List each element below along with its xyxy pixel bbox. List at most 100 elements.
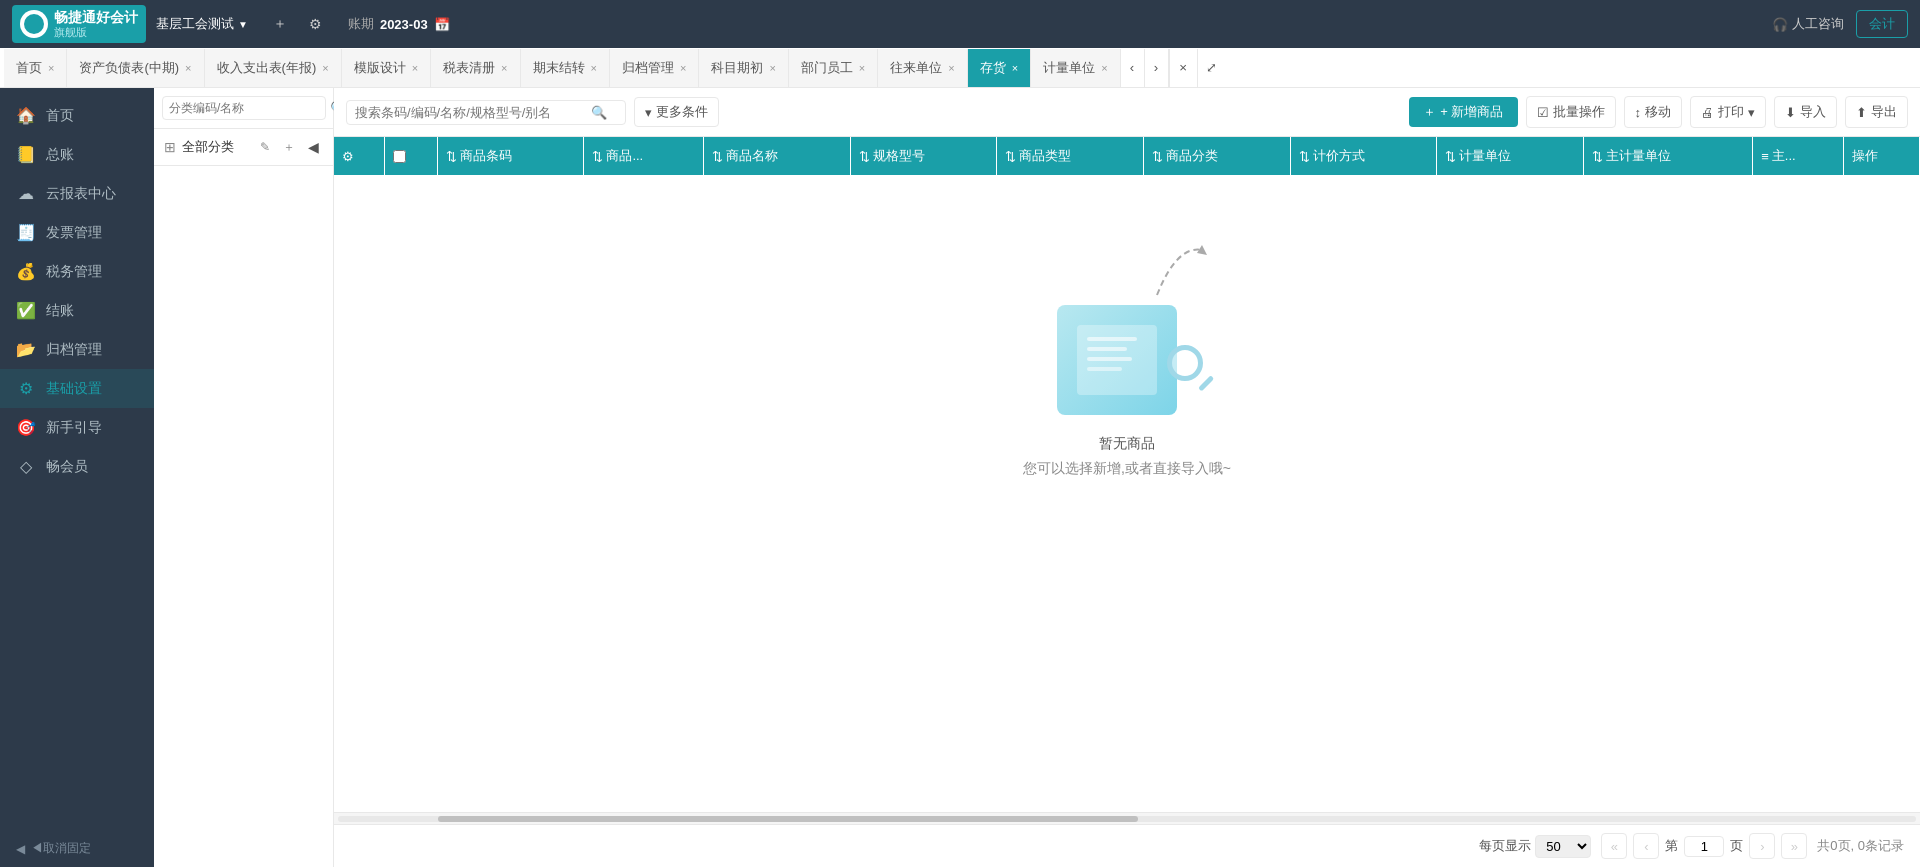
tab-close-icon[interactable]: × (680, 62, 686, 74)
tab-template[interactable]: 模版设计 × (342, 49, 431, 87)
tab-closing[interactable]: 期末结转 × (521, 49, 610, 87)
calendar-icon[interactable]: 📅 (434, 17, 450, 32)
th-category[interactable]: ⇅商品分类 (1143, 137, 1290, 175)
move-icon: ↕ (1635, 105, 1642, 120)
svg-rect-4 (1087, 367, 1122, 371)
th-type[interactable]: ⇅商品类型 (997, 137, 1144, 175)
tab-tax[interactable]: 税表清册 × (431, 49, 520, 87)
sidebar-item-ledger[interactable]: 📒 总账 (0, 135, 154, 174)
tab-next-button[interactable]: › (1145, 49, 1169, 87)
th-unit[interactable]: ⇅计量单位 (1437, 137, 1584, 175)
tab-close-icon[interactable]: × (1012, 62, 1018, 74)
sidebar-item-tax[interactable]: 💰 税务管理 (0, 252, 154, 291)
toolbar: 🔍 ▾ 更多条件 ＋ + 新增商品 ☑ 批量操作 ↕ (334, 88, 1920, 137)
tab-subject[interactable]: 科目期初 × (699, 49, 788, 87)
main-layout: 🏠 首页 📒 总账 ☁ 云报表中心 🧾 发票管理 💰 税务管理 ✅ 结账 📂 归… (0, 88, 1920, 867)
tab-close-icon[interactable]: × (859, 62, 865, 74)
tab-balance[interactable]: 资产负债表(中期) × (67, 49, 204, 87)
sidebar-item-member[interactable]: ◇ 畅会员 (0, 447, 154, 486)
tab-close-icon[interactable]: × (948, 62, 954, 74)
select-all-checkbox[interactable] (393, 150, 406, 163)
th-spec[interactable]: ⇅规格型号 (850, 137, 997, 175)
scrollbar-thumb[interactable] (438, 816, 1138, 822)
search-input[interactable] (355, 105, 585, 120)
export-label: 导出 (1871, 103, 1897, 121)
tab-home[interactable]: 首页 × (4, 49, 67, 87)
tab-close-icon[interactable]: × (412, 62, 418, 74)
tab-close-icon[interactable]: × (1101, 62, 1107, 74)
grid-icon: ⊞ (164, 139, 176, 155)
left-panel: 🔍 ⊞ 全部分类 ✎ ＋ ◀ (154, 88, 334, 867)
batch-button[interactable]: ☑ 批量操作 (1526, 96, 1616, 128)
print-button[interactable]: 🖨 打印 ▾ (1690, 96, 1766, 128)
add-tab-button[interactable]: ＋ (266, 10, 294, 38)
collapse-icon: ◀ (16, 842, 25, 856)
sidebar-item-label: 新手引导 (46, 419, 102, 437)
th-main-unit[interactable]: ⇅主计量单位 (1583, 137, 1753, 175)
tab-staff[interactable]: 部门员工 × (789, 49, 878, 87)
svg-rect-3 (1087, 357, 1132, 361)
page-unit: 页 (1730, 837, 1743, 855)
tab-close-icon[interactable]: × (48, 62, 54, 74)
tab-contacts[interactable]: 往来单位 × (878, 49, 967, 87)
tab-close-icon[interactable]: × (501, 62, 507, 74)
category-label: 全部分类 (182, 138, 249, 156)
svg-rect-2 (1087, 347, 1127, 351)
sidebar-item-home[interactable]: 🏠 首页 (0, 96, 154, 135)
tab-prev-button[interactable]: ‹ (1121, 49, 1145, 87)
th-price-method[interactable]: ⇅计价方式 (1290, 137, 1437, 175)
th-code[interactable]: ⇅商品... (584, 137, 704, 175)
tab-archive[interactable]: 归档管理 × (610, 49, 699, 87)
sidebar-item-invoice[interactable]: 🧾 发票管理 (0, 213, 154, 252)
page-size-dropdown[interactable]: 50 10 20 100 (1535, 835, 1591, 858)
account-button[interactable]: 会计 (1856, 10, 1908, 38)
period-area: 账期 2023-03 📅 (348, 15, 450, 33)
collapse-panel-button[interactable]: ◀ (303, 137, 323, 157)
add-category-button[interactable]: ＋ (279, 137, 299, 157)
edit-category-button[interactable]: ✎ (255, 137, 275, 157)
content-area: 🔍 ⊞ 全部分类 ✎ ＋ ◀ 🔍 ▾ (154, 88, 1920, 867)
next-page-button[interactable]: › (1749, 833, 1775, 859)
export-button[interactable]: ⬆ 导出 (1845, 96, 1908, 128)
company-selector[interactable]: 基层工会测试 ▼ (156, 15, 248, 33)
arrow-icon (1137, 235, 1217, 315)
th-settings[interactable]: ⚙ (334, 137, 384, 175)
tab-close-icon[interactable]: × (185, 62, 191, 74)
last-page-button[interactable]: » (1781, 833, 1807, 859)
sidebar-item-archive[interactable]: 📂 归档管理 (0, 330, 154, 369)
th-barcode[interactable]: ⇅商品条码 (437, 137, 584, 175)
per-page-label: 每页显示 (1479, 837, 1531, 855)
prev-page-button[interactable]: ‹ (1633, 833, 1659, 859)
page-number-input[interactable] (1684, 836, 1724, 857)
tab-inventory[interactable]: 存货 × (968, 49, 1031, 87)
search-icon[interactable]: 🔍 (591, 105, 607, 120)
scrollbar-area[interactable] (334, 812, 1920, 824)
sidebar-collapse-button[interactable]: ◀ ◀取消固定 (0, 830, 154, 867)
tab-close-icon[interactable]: × (322, 62, 328, 74)
sidebar-item-settings[interactable]: ⚙ 基础设置 (0, 369, 154, 408)
tab-unit[interactable]: 计量单位 × (1031, 49, 1120, 87)
tab-income[interactable]: 收入支出表(年报) × (205, 49, 342, 87)
tab-expand-button[interactable]: ⤢ (1197, 49, 1225, 87)
tab-close-all-button[interactable]: × (1169, 49, 1197, 87)
add-product-button[interactable]: ＋ + 新增商品 (1409, 97, 1517, 127)
sidebar-item-settle[interactable]: ✅ 结账 (0, 291, 154, 330)
settings-button[interactable]: ⚙ (302, 10, 330, 38)
th-name[interactable]: ⇅商品名称 (704, 137, 851, 175)
category-search-input[interactable] (162, 96, 326, 120)
top-header: 畅捷通好会计 旗舰版 基层工会测试 ▼ ＋ ⚙ 账期 2023-03 📅 🎧 人… (0, 0, 1920, 48)
sidebar-item-guide[interactable]: 🎯 新手引导 (0, 408, 154, 447)
move-button[interactable]: ↕ 移动 (1624, 96, 1683, 128)
header-right: 🎧 人工咨询 会计 (1772, 10, 1908, 38)
sidebar-item-reports[interactable]: ☁ 云报表中心 (0, 174, 154, 213)
th-extra[interactable]: ≡主... (1753, 137, 1844, 175)
tab-close-icon[interactable]: × (769, 62, 775, 74)
th-checkbox[interactable] (384, 137, 437, 175)
import-button[interactable]: ⬇ 导入 (1774, 96, 1837, 128)
tab-close-icon[interactable]: × (591, 62, 597, 74)
logo-text: 畅捷通好会计 旗舰版 (54, 9, 138, 39)
consultant-button[interactable]: 🎧 人工咨询 (1772, 15, 1844, 33)
filter-button[interactable]: ▾ 更多条件 (634, 97, 719, 127)
add-icon: ＋ (1423, 103, 1436, 121)
first-page-button[interactable]: « (1601, 833, 1627, 859)
